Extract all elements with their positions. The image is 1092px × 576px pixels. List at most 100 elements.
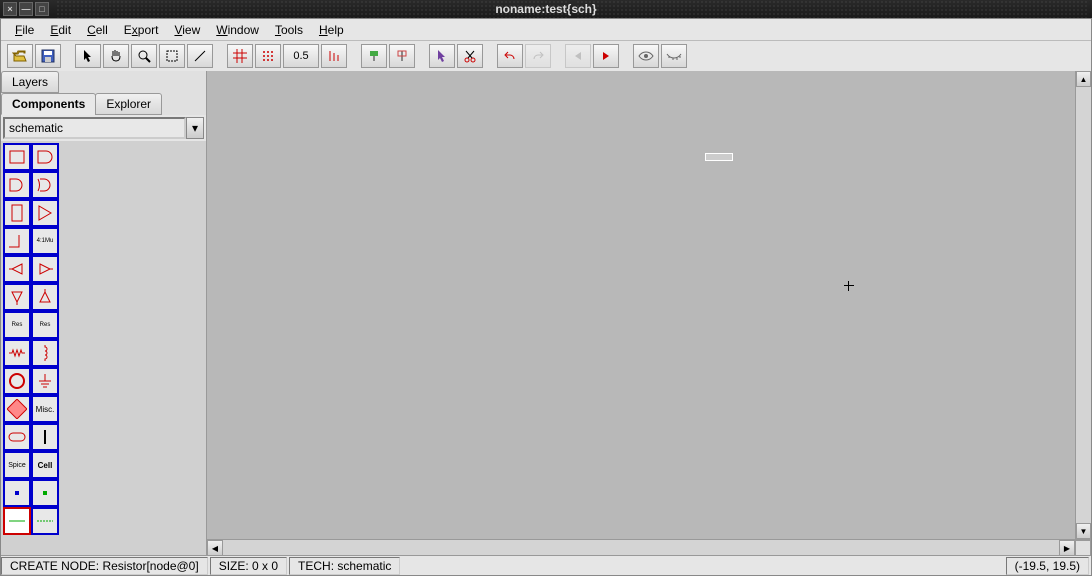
grid-toggle-button[interactable]	[227, 44, 253, 68]
component-buffer[interactable]	[31, 199, 59, 227]
toolbar: 0.5	[1, 41, 1091, 71]
component-selected-a[interactable]	[3, 507, 31, 535]
component-resistor-a[interactable]: Res	[3, 311, 31, 339]
component-d-shape[interactable]	[3, 171, 31, 199]
component-box[interactable]	[3, 143, 31, 171]
undo-icon	[503, 49, 517, 63]
hand-icon	[109, 49, 123, 63]
component-ground[interactable]	[31, 367, 59, 395]
menu-view[interactable]: View	[166, 21, 208, 39]
component-palette: 4:1Mu Res Res Misc. Spice Cel	[1, 141, 61, 537]
eye-closed-icon	[666, 51, 682, 61]
scroll-up-button[interactable]: ▲	[1076, 71, 1091, 87]
component-dot-blue[interactable]	[3, 479, 31, 507]
cut-button[interactable]	[457, 44, 483, 68]
grid-size-display[interactable]: 0.5	[283, 44, 319, 68]
component-tri-right[interactable]	[31, 255, 59, 283]
pan-tool-button[interactable]	[103, 44, 129, 68]
eye-closed-button[interactable]	[661, 44, 687, 68]
component-wire-l[interactable]	[3, 227, 31, 255]
menu-file[interactable]: File	[7, 21, 42, 39]
nav-back-button[interactable]	[565, 44, 591, 68]
object-toggle-a-button[interactable]	[361, 44, 387, 68]
window-title: noname:test{sch}	[495, 2, 596, 16]
component-and-gate[interactable]	[31, 143, 59, 171]
menu-window[interactable]: Window	[208, 21, 267, 39]
grid-dots-button[interactable]	[255, 44, 281, 68]
status-size: SIZE: 0 x 0	[210, 557, 287, 575]
component-spice-label[interactable]: Spice	[3, 451, 31, 479]
technology-dropdown[interactable]: schematic	[3, 117, 186, 139]
flag-red-icon	[395, 49, 409, 63]
save-button[interactable]	[35, 44, 61, 68]
magnifier-icon	[137, 49, 151, 63]
arrow-left-icon	[571, 49, 585, 63]
component-tri-up[interactable]	[31, 283, 59, 311]
object-toggle-b-button[interactable]	[389, 44, 415, 68]
menu-cell[interactable]: Cell	[79, 21, 116, 39]
component-cell-label[interactable]: Cell	[31, 451, 59, 479]
maximize-window-button[interactable]: □	[35, 2, 49, 16]
undo-button[interactable]	[497, 44, 523, 68]
menu-export[interactable]: Export	[116, 21, 167, 39]
status-coordinates: (-19.5, 19.5)	[1006, 557, 1089, 575]
eye-open-icon	[638, 51, 654, 61]
component-rect-red[interactable]	[3, 423, 31, 451]
component-tri-left[interactable]	[3, 255, 31, 283]
nav-forward-button[interactable]	[593, 44, 619, 68]
window-titlebar: × — □ noname:test{sch}	[0, 0, 1092, 18]
component-rect-tall[interactable]	[3, 199, 31, 227]
folder-open-icon	[12, 49, 28, 63]
technology-dropdown-arrow[interactable]: ▾	[186, 117, 204, 139]
component-circle[interactable]	[3, 367, 31, 395]
component-selected-b[interactable]	[31, 507, 59, 535]
pointer-tool-button[interactable]	[75, 44, 101, 68]
vertical-scrollbar[interactable]: ▲ ▼	[1075, 71, 1091, 539]
tab-layers[interactable]: Layers	[1, 71, 59, 93]
line-icon	[193, 49, 207, 63]
marquee-tool-button[interactable]	[159, 44, 185, 68]
tab-explorer[interactable]: Explorer	[95, 93, 162, 115]
sidebar: Layers Components Explorer schematic ▾	[1, 71, 207, 555]
status-create-node: CREATE NODE: Resistor[node@0]	[1, 557, 208, 575]
component-misc-a[interactable]	[3, 395, 31, 423]
component-resistor-c[interactable]	[3, 339, 31, 367]
component-tri-down[interactable]	[3, 283, 31, 311]
scroll-left-button[interactable]: ◀	[207, 540, 223, 556]
menu-tools[interactable]: Tools	[267, 21, 311, 39]
open-button[interactable]	[7, 44, 33, 68]
eye-open-button[interactable]	[633, 44, 659, 68]
menu-help[interactable]: Help	[311, 21, 352, 39]
component-d-shape2[interactable]	[31, 171, 59, 199]
status-bar: CREATE NODE: Resistor[node@0] SIZE: 0 x …	[1, 555, 1091, 575]
horizontal-scrollbar[interactable]: ◀ ▶	[207, 539, 1091, 555]
component-coil[interactable]	[31, 339, 59, 367]
component-misc-label[interactable]: Misc.	[31, 395, 59, 423]
select-pointer-button[interactable]	[429, 44, 455, 68]
component-dot-green[interactable]	[31, 479, 59, 507]
close-window-button[interactable]: ×	[3, 2, 17, 16]
component-bar[interactable]	[31, 423, 59, 451]
canvas-selection-rect	[705, 153, 733, 161]
menu-edit[interactable]: Edit	[42, 21, 79, 39]
align-button[interactable]	[321, 44, 347, 68]
menu-bar: File Edit Cell Export View Window Tools …	[1, 19, 1091, 41]
redo-button[interactable]	[525, 44, 551, 68]
tab-components[interactable]: Components	[1, 93, 96, 115]
vscroll-track[interactable]	[1076, 87, 1091, 523]
pointer-icon	[82, 49, 94, 63]
redo-icon	[531, 49, 545, 63]
arrow-right-icon	[599, 49, 613, 63]
hscroll-track[interactable]	[223, 540, 1059, 555]
flag-green-icon	[367, 49, 381, 63]
zoom-tool-button[interactable]	[131, 44, 157, 68]
component-tag[interactable]: 4:1Mu	[31, 227, 59, 255]
canvas-origin-crosshair	[844, 281, 854, 291]
scroll-down-button[interactable]: ▼	[1076, 523, 1091, 539]
schematic-canvas[interactable]	[207, 71, 1075, 539]
scroll-right-button[interactable]: ▶	[1059, 540, 1075, 556]
minimize-window-button[interactable]: —	[19, 2, 33, 16]
line-tool-button[interactable]	[187, 44, 213, 68]
floppy-disk-icon	[41, 49, 55, 63]
component-resistor-b[interactable]: Res	[31, 311, 59, 339]
